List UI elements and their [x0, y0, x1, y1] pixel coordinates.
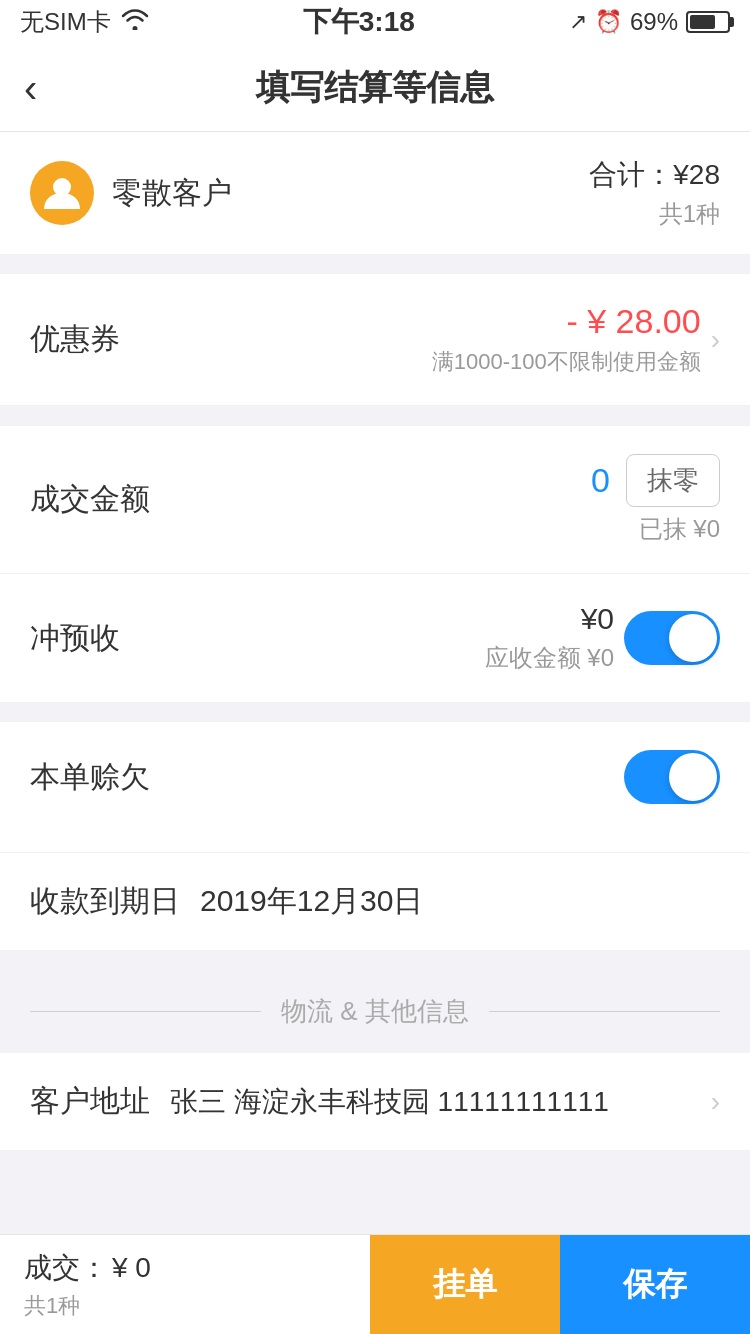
page-title: 填写结算等信息: [256, 65, 494, 111]
bottom-summary: 成交： ¥ 0 共1种: [0, 1235, 370, 1334]
customer-section: 零散客户 合计：¥28 共1种: [0, 132, 750, 254]
debt-label: 本单赊欠: [30, 757, 150, 798]
due-date-label: 收款到期日: [30, 881, 180, 922]
coupon-row[interactable]: 优惠券 - ¥ 28.00 满1000-100不限制使用金额 ›: [0, 274, 750, 406]
coupon-label: 优惠券: [30, 319, 120, 360]
prepay-toggle[interactable]: [624, 611, 720, 665]
transaction-amount-right: 0 抹零 已抹 ¥0: [591, 454, 720, 545]
transaction-amount-label: 成交金额: [30, 479, 150, 520]
bottom-count: 共1种: [24, 1291, 346, 1321]
bottom-bar: 成交： ¥ 0 共1种 挂单 保存: [0, 1234, 750, 1334]
battery-percent: 69%: [630, 8, 678, 36]
logistics-line-left: [30, 1011, 261, 1012]
round-off-button[interactable]: 抹零: [626, 454, 720, 507]
prepay-label: 冲预收: [30, 618, 120, 659]
location-icon: ↗: [569, 9, 587, 35]
logistics-text: 物流 & 其他信息: [281, 994, 469, 1029]
amount-input-wrap: 0 抹零: [591, 454, 720, 507]
logistics-header-inner: 物流 & 其他信息: [30, 994, 720, 1029]
hang-order-label: 挂单: [433, 1263, 497, 1307]
coupon-info: - ¥ 28.00 满1000-100不限制使用金额: [432, 302, 701, 377]
debt-toggle-knob: [669, 753, 717, 801]
hang-order-button[interactable]: 挂单: [370, 1235, 560, 1334]
customer-count: 共1种: [589, 198, 720, 230]
prepay-amount: ¥0: [485, 602, 614, 636]
prepay-row: 冲预收 ¥0 应收金额 ¥0: [0, 574, 750, 702]
address-content: 张三 海淀永丰科技园 11111111111: [170, 1083, 711, 1121]
battery-icon: [686, 11, 730, 33]
wifi-icon: [121, 8, 149, 36]
due-date-row[interactable]: 收款到期日 2019年12月30日: [0, 852, 750, 950]
status-left: 无SIM卡: [20, 6, 149, 38]
address-label: 客户地址: [30, 1081, 150, 1122]
status-right: ↗ ⏰ 69%: [569, 8, 730, 36]
customer-name: 零散客户: [112, 173, 232, 214]
address-chevron-icon: ›: [711, 1086, 720, 1118]
customer-total: 合计：¥28: [589, 156, 720, 194]
amount-value[interactable]: 0: [591, 461, 610, 500]
logistics-header: 物流 & 其他信息: [0, 970, 750, 1053]
alarm-icon: ⏰: [595, 9, 622, 35]
save-button[interactable]: 保存: [560, 1235, 750, 1334]
coupon-discount: - ¥ 28.00: [432, 302, 701, 341]
bottom-deal-amount: ¥ 0: [112, 1252, 151, 1284]
logistics-line-right: [489, 1011, 720, 1012]
customer-left: 零散客户: [30, 161, 232, 225]
debt-row: 本单赊欠: [0, 722, 750, 832]
status-time: 下午3:18: [303, 3, 415, 41]
coupon-right: - ¥ 28.00 满1000-100不限制使用金额 ›: [432, 302, 720, 377]
customer-avatar: [30, 161, 94, 225]
debt-toggle[interactable]: [624, 750, 720, 804]
already-rounded-text: 已抹 ¥0: [591, 513, 720, 545]
coupon-section[interactable]: 优惠券 - ¥ 28.00 满1000-100不限制使用金额 ›: [0, 274, 750, 406]
bottom-deal-line: 成交： ¥ 0: [24, 1249, 346, 1287]
address-row[interactable]: 客户地址 张三 海淀永丰科技园 11111111111 ›: [0, 1053, 750, 1150]
transaction-section: 成交金额 0 抹零 已抹 ¥0 冲预收 ¥0 应收金额 ¥0: [0, 426, 750, 702]
carrier-text: 无SIM卡: [20, 6, 111, 38]
debt-section: 本单赊欠 收款到期日 2019年12月30日: [0, 722, 750, 950]
prepay-receivable: 应收金额 ¥0: [485, 642, 614, 674]
customer-row: 零散客户 合计：¥28 共1种: [0, 132, 750, 254]
transaction-amount-wrap: 0 抹零 已抹 ¥0: [591, 454, 720, 545]
status-bar: 无SIM卡 下午3:18 ↗ ⏰ 69%: [0, 0, 750, 44]
bottom-deal-label: 成交：: [24, 1249, 108, 1287]
transaction-amount-row: 成交金额 0 抹零 已抹 ¥0: [0, 426, 750, 574]
prepay-info: ¥0 应收金额 ¥0: [485, 602, 614, 674]
toggle-knob: [669, 614, 717, 662]
divider: [0, 950, 750, 970]
save-label: 保存: [623, 1263, 687, 1307]
nav-bar: ‹ 填写结算等信息: [0, 44, 750, 132]
due-date-value: 2019年12月30日: [200, 881, 423, 922]
chevron-right-icon: ›: [711, 324, 720, 356]
customer-right: 合计：¥28 共1种: [589, 156, 720, 230]
prepay-right-wrap: ¥0 应收金额 ¥0: [485, 602, 720, 674]
coupon-description: 满1000-100不限制使用金额: [432, 347, 701, 377]
back-button[interactable]: ‹: [24, 68, 37, 108]
